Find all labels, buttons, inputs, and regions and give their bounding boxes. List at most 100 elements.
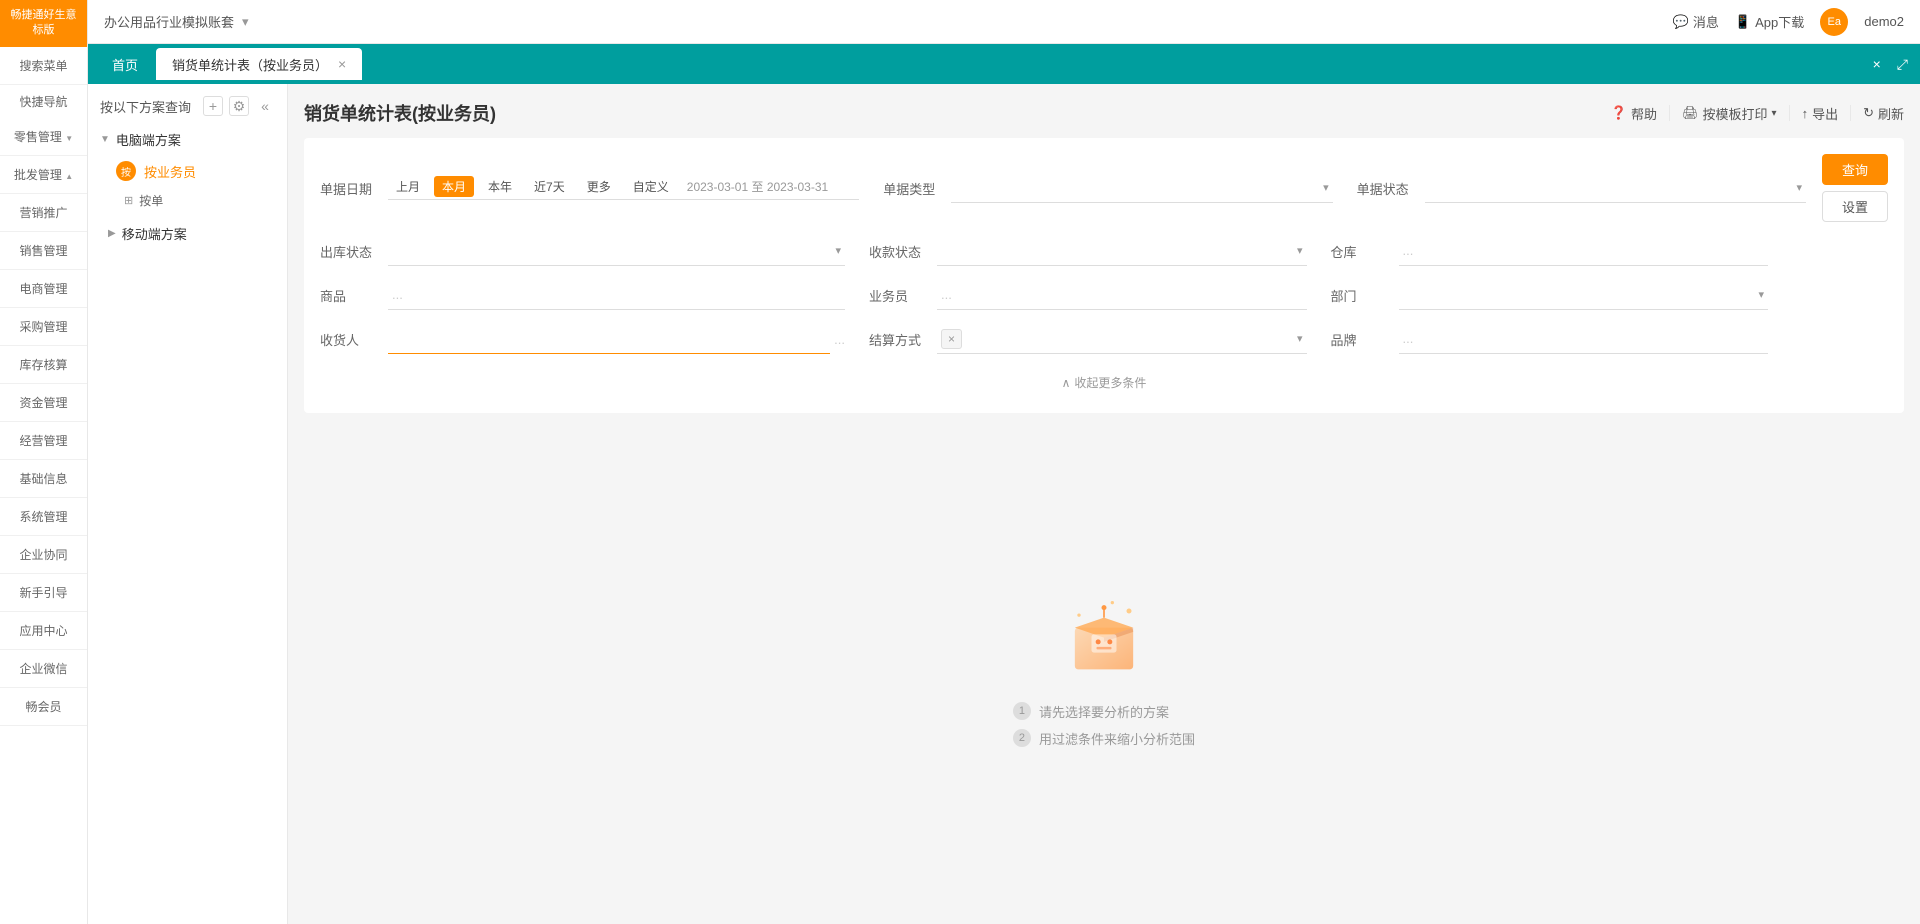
payment-arrow-icon: ▾ [1297, 244, 1303, 257]
sidebar-item-inventory[interactable]: 库存核算 [0, 346, 87, 384]
scheme-item-by-salesperson[interactable]: 按 按业务员 [88, 155, 287, 187]
messages-button[interactable]: 💬 消息 [1673, 12, 1719, 31]
tab-close-icon[interactable]: × [338, 56, 346, 72]
sidebar-quick-nav[interactable]: 快捷导航 [19, 85, 67, 118]
collapse-panel-button[interactable]: « [255, 96, 275, 116]
print-label: 按模板打印 [1703, 104, 1768, 123]
sidebar-item-ecommerce[interactable]: 电商管理 [0, 270, 87, 308]
date-btn-this-year[interactable]: 本年 [480, 176, 520, 197]
app-download-button[interactable]: 📱 App下载 [1735, 12, 1804, 31]
mobile-scheme-group: ▶ 移动端方案 [88, 218, 287, 249]
workspace-name: 办公用品行业模拟账套 [104, 12, 234, 31]
tabbar: 首页 销货单统计表（按业务员） × × ⤢ [88, 44, 1920, 84]
filter-row-2: 出库状态 ▾ 收款状态 ▾ [320, 236, 1888, 266]
filter-settle: 结算方式 × ▾ [869, 324, 1307, 354]
settle-dropdown[interactable]: × ▾ [937, 324, 1307, 354]
print-button[interactable]: 🖨 按模板打印 ▾ [1682, 104, 1777, 123]
sidebar: 畅捷通好生意 标版 搜索菜单 快捷导航 零售管理 ▼ 批发管理 ▲ 营销推广 销… [0, 0, 88, 924]
warehouse-dropdown[interactable]: ... [1399, 236, 1769, 266]
sidebar-item-purchase[interactable]: 采购管理 [0, 308, 87, 346]
payment-dropdown[interactable]: ▾ [937, 236, 1307, 266]
empty-tip-1: 1 请先选择要分析的方案 [1013, 702, 1195, 721]
sidebar-item-sales[interactable]: 销售管理 [0, 232, 87, 270]
filter-doc-type: 单据类型 ▾ [883, 173, 1332, 203]
doc-status-dropdown[interactable]: ▾ [1425, 173, 1806, 203]
date-btn-this-month[interactable]: 本月 [434, 176, 474, 197]
filter-goods: 商品 ... [320, 280, 845, 310]
refresh-button[interactable]: ↻ 刷新 [1863, 104, 1904, 123]
collapse-bar[interactable]: ∧ 收起更多条件 [320, 368, 1888, 397]
close-tab-button[interactable]: × [1869, 52, 1885, 77]
mobile-scheme-header[interactable]: ▶ 移动端方案 [88, 218, 287, 249]
consignee-dots[interactable]: ... [834, 332, 845, 347]
desktop-scheme-group-header[interactable]: ▼ 电脑端方案 [88, 124, 287, 155]
payment-label: 收款状态 [869, 242, 929, 261]
goods-dropdown[interactable]: ... [388, 280, 845, 310]
sidebar-search[interactable]: 搜索菜单 [0, 47, 87, 85]
tab-home-label: 首页 [112, 55, 138, 74]
filter-consignee: 收货人 ... [320, 324, 845, 354]
tab-sales-stat-label: 销货单统计表（按业务员） [172, 55, 328, 74]
collapse-label: 收起更多条件 [1074, 374, 1146, 391]
settle-tag: × [941, 329, 962, 349]
left-panel-header: 按以下方案查询 + ⚙ « [88, 96, 287, 124]
settle-label: 结算方式 [869, 330, 929, 349]
settings-button[interactable]: 设置 [1822, 191, 1888, 222]
settle-arrow-icon: ▾ [1297, 332, 1303, 345]
user-name: demo2 [1864, 14, 1904, 29]
expand-tab-button[interactable]: ⤢ [1893, 52, 1912, 77]
sidebar-item-wechat[interactable]: 企业微信 [0, 650, 87, 688]
sidebar-item-enterprise[interactable]: 企业协同 [0, 536, 87, 574]
department-dropdown[interactable]: ▾ [1399, 280, 1769, 310]
help-button[interactable]: ❓ 帮助 [1611, 104, 1657, 123]
sidebar-item-basic[interactable]: 基础信息 [0, 460, 87, 498]
goods-placeholder: ... [392, 287, 403, 302]
page-title: 销货单统计表(按业务员) [304, 100, 496, 126]
date-btn-more[interactable]: 更多 [579, 176, 619, 197]
sidebar-item-retail[interactable]: 零售管理 ▼ [0, 118, 87, 156]
user-avatar[interactable]: Ea [1820, 8, 1848, 36]
sidebar-item-operation[interactable]: 经营管理 [0, 422, 87, 460]
outbound-dropdown[interactable]: ▾ [388, 236, 845, 266]
desktop-scheme-group-label: 电脑端方案 [116, 130, 181, 149]
date-btn-last-month[interactable]: 上月 [388, 176, 428, 197]
print-icon: 🖨 [1682, 105, 1699, 121]
help-label: 帮助 [1631, 104, 1657, 123]
salesperson-label: 业务员 [869, 286, 929, 305]
app-download-label: App下载 [1755, 12, 1804, 31]
sidebar-item-wholesale[interactable]: 批发管理 ▲ [0, 156, 87, 194]
sidebar-item-marketing[interactable]: 营销推广 [0, 194, 87, 232]
department-label: 部门 [1331, 286, 1391, 305]
sidebar-item-system[interactable]: 系统管理 [0, 498, 87, 536]
workspace-dropdown-icon[interactable]: ▾ [242, 14, 249, 30]
outbound-label: 出库状态 [320, 242, 380, 261]
desktop-scheme-group: ▼ 电脑端方案 按 按业务员 ⊞ 按单 [88, 124, 287, 214]
doc-type-dropdown[interactable]: ▾ [951, 173, 1332, 203]
triangle-icon: ▼ [100, 134, 110, 145]
tip-num-2: 2 [1013, 729, 1031, 747]
add-scheme-button[interactable]: + [203, 96, 223, 116]
sidebar-item-newbie[interactable]: 新手引导 [0, 574, 87, 612]
consignee-input[interactable] [388, 324, 830, 354]
tab-sales-stat[interactable]: 销货单统计表（按业务员） × [156, 48, 362, 80]
date-btn-custom[interactable]: 自定义 [625, 176, 677, 197]
brand-dropdown[interactable]: ... [1399, 324, 1769, 354]
settle-tag-close[interactable]: × [948, 332, 955, 346]
date-btn-7days[interactable]: 近7天 [526, 176, 573, 197]
sidebar-item-member[interactable]: 畅会员 [0, 688, 87, 726]
doc-type-arrow-icon: ▾ [1323, 181, 1329, 194]
date-label: 单据日期 [320, 179, 380, 198]
scheme-settings-button[interactable]: ⚙ [229, 96, 249, 116]
chevron-down-icon: ▼ [65, 134, 73, 143]
query-button[interactable]: 查询 [1822, 154, 1888, 185]
export-button[interactable]: ↑ 导出 [1802, 104, 1839, 123]
sidebar-item-finance[interactable]: 资金管理 [0, 384, 87, 422]
salesperson-dropdown[interactable]: ... [937, 280, 1307, 310]
salesperson-placeholder: ... [941, 287, 952, 302]
app-logo[interactable]: 畅捷通好生意 标版 [0, 0, 87, 47]
tab-home[interactable]: 首页 [96, 48, 154, 80]
scheme-sub-item-by-order[interactable]: ⊞ 按单 [88, 187, 287, 214]
page-title-bar: 销货单统计表(按业务员) ❓ 帮助 🖨 按模板打印 ▾ ↑ [304, 100, 1904, 126]
left-panel-actions: + ⚙ « [203, 96, 275, 116]
sidebar-item-appstore[interactable]: 应用中心 [0, 612, 87, 650]
